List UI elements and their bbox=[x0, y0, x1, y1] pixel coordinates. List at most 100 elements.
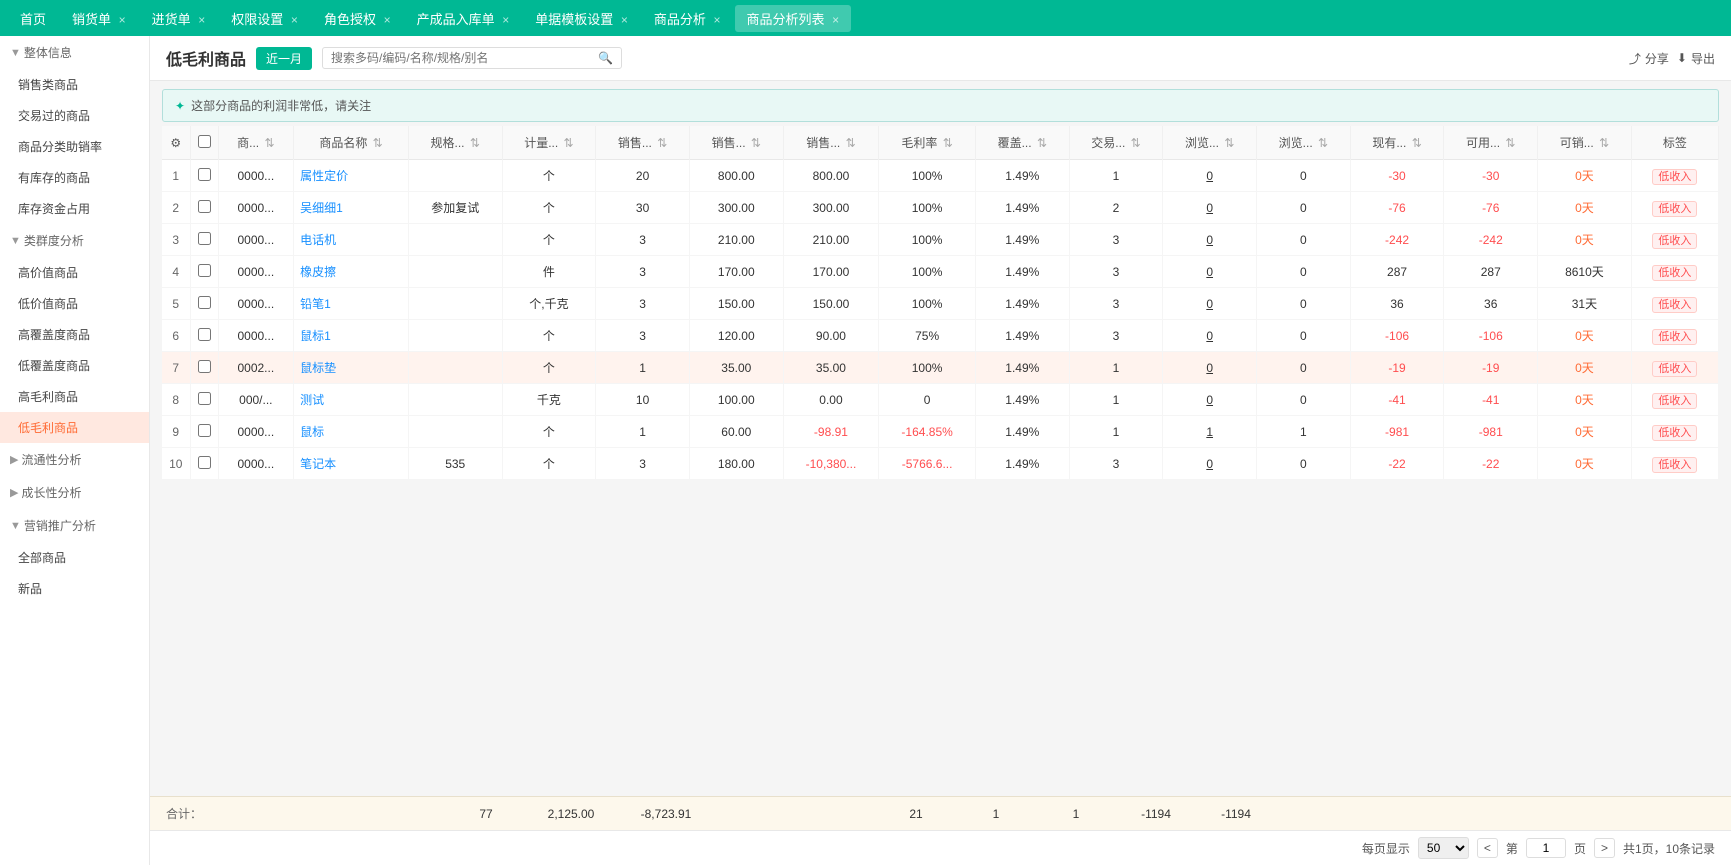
row-select-checkbox[interactable] bbox=[198, 360, 211, 373]
th-amount[interactable]: 销售... ⇅ bbox=[783, 126, 879, 160]
th-settings[interactable]: ⚙ bbox=[162, 126, 190, 160]
row-views1[interactable]: 1 bbox=[1163, 416, 1257, 448]
row-checkbox[interactable] bbox=[190, 320, 218, 352]
row-views1[interactable]: 0 bbox=[1163, 352, 1257, 384]
filter-button[interactable]: 近一月 bbox=[256, 47, 312, 70]
close-icon-5[interactable]: × bbox=[502, 13, 509, 27]
row-checkbox[interactable] bbox=[190, 256, 218, 288]
row-views1[interactable]: 0 bbox=[1163, 256, 1257, 288]
sidebar-item-sales-goods[interactable]: 销售类商品 bbox=[0, 69, 149, 100]
th-views1[interactable]: 浏览... ⇅ bbox=[1163, 126, 1257, 160]
nav-product-analysis-list[interactable]: 商品分析列表 × bbox=[735, 5, 852, 32]
row-checkbox[interactable] bbox=[190, 288, 218, 320]
th-unit[interactable]: 计量... ⇅ bbox=[502, 126, 596, 160]
search-icon[interactable]: 🔍 bbox=[598, 51, 613, 65]
th-margin[interactable]: 毛利率 ⇅ bbox=[879, 126, 976, 160]
th-spec[interactable]: 规格... ⇅ bbox=[408, 126, 502, 160]
row-checkbox[interactable] bbox=[190, 224, 218, 256]
row-select-checkbox[interactable] bbox=[198, 200, 211, 213]
nav-product-entry[interactable]: 产成品入库单 × bbox=[405, 5, 522, 32]
sidebar-item-high-value[interactable]: 高价值商品 bbox=[0, 257, 149, 288]
row-checkbox[interactable] bbox=[190, 448, 218, 480]
th-coverage[interactable]: 覆盖... ⇅ bbox=[975, 126, 1069, 160]
row-name[interactable]: 橡皮擦 bbox=[294, 256, 409, 288]
prev-page-button[interactable]: < bbox=[1477, 838, 1498, 858]
th-tag[interactable]: 标签 bbox=[1631, 126, 1718, 160]
row-views1[interactable]: 0 bbox=[1163, 192, 1257, 224]
select-all-checkbox[interactable] bbox=[198, 135, 211, 148]
th-code[interactable]: 商... ⇅ bbox=[218, 126, 294, 160]
row-name[interactable]: 笔记本 bbox=[294, 448, 409, 480]
row-views1[interactable]: 0 bbox=[1163, 160, 1257, 192]
close-icon[interactable]: × bbox=[119, 13, 126, 27]
row-select-checkbox[interactable] bbox=[198, 424, 211, 437]
row-select-checkbox[interactable] bbox=[198, 264, 211, 277]
row-name[interactable]: 鼠标1 bbox=[294, 320, 409, 352]
close-icon-4[interactable]: × bbox=[384, 13, 391, 27]
sidebar-item-low-margin[interactable]: 低毛利商品 bbox=[0, 412, 149, 443]
sidebar-item-high-coverage[interactable]: 高覆盖度商品 bbox=[0, 319, 149, 350]
sidebar-group-overview[interactable]: ▼ 整体信息 bbox=[0, 36, 149, 69]
row-views1[interactable]: 0 bbox=[1163, 288, 1257, 320]
row-views1[interactable]: 0 bbox=[1163, 224, 1257, 256]
th-name[interactable]: 商品名称 ⇅ bbox=[294, 126, 409, 160]
sidebar-item-low-coverage[interactable]: 低覆盖度商品 bbox=[0, 350, 149, 381]
sidebar-group-growth[interactable]: ▶ 成长性分析 bbox=[0, 476, 149, 509]
row-name[interactable]: 铅笔1 bbox=[294, 288, 409, 320]
sidebar-item-stock-capital[interactable]: 库存资金占用 bbox=[0, 193, 149, 224]
close-icon-3[interactable]: × bbox=[291, 13, 298, 27]
row-select-checkbox[interactable] bbox=[198, 328, 211, 341]
nav-purchase[interactable]: 进货单 × bbox=[140, 5, 218, 32]
close-icon-8[interactable]: × bbox=[832, 13, 839, 27]
row-name[interactable]: 鼠标垫 bbox=[294, 352, 409, 384]
sidebar-item-traded-goods[interactable]: 交易过的商品 bbox=[0, 100, 149, 131]
th-stock[interactable]: 现有... ⇅ bbox=[1350, 126, 1444, 160]
close-icon-6[interactable]: × bbox=[621, 13, 628, 27]
row-views1[interactable]: 0 bbox=[1163, 320, 1257, 352]
close-icon-2[interactable]: × bbox=[198, 13, 205, 27]
sidebar-item-low-value[interactable]: 低价值商品 bbox=[0, 288, 149, 319]
close-icon-7[interactable]: × bbox=[713, 13, 720, 27]
row-name[interactable]: 属性定价 bbox=[294, 160, 409, 192]
per-page-select[interactable]: 50 20 100 bbox=[1418, 837, 1469, 859]
search-input[interactable] bbox=[331, 51, 598, 65]
row-select-checkbox[interactable] bbox=[198, 168, 211, 181]
page-number-input[interactable] bbox=[1526, 838, 1566, 858]
next-page-button[interactable]: > bbox=[1594, 838, 1615, 858]
nav-permission[interactable]: 权限设置 × bbox=[219, 5, 310, 32]
row-checkbox[interactable] bbox=[190, 352, 218, 384]
sidebar-group-flow[interactable]: ▶ 流通性分析 bbox=[0, 443, 149, 476]
row-select-checkbox[interactable] bbox=[198, 296, 211, 309]
th-usable[interactable]: 可用... ⇅ bbox=[1444, 126, 1538, 160]
th-qty[interactable]: 销售... ⇅ bbox=[596, 126, 690, 160]
nav-role[interactable]: 角色授权 × bbox=[312, 5, 403, 32]
row-select-checkbox[interactable] bbox=[198, 392, 211, 405]
row-views1[interactable]: 0 bbox=[1163, 384, 1257, 416]
row-checkbox[interactable] bbox=[190, 192, 218, 224]
row-checkbox[interactable] bbox=[190, 384, 218, 416]
row-select-checkbox[interactable] bbox=[198, 456, 211, 469]
row-name[interactable]: 测试 bbox=[294, 384, 409, 416]
nav-product-analysis[interactable]: 商品分析 × bbox=[642, 5, 733, 32]
nav-sales[interactable]: 销货单 × bbox=[60, 5, 138, 32]
share-button[interactable]: ⤴ 分享 bbox=[1629, 50, 1669, 67]
row-name[interactable]: 吴细细1 bbox=[294, 192, 409, 224]
th-sellable[interactable]: 可销... ⇅ bbox=[1538, 126, 1632, 160]
th-price[interactable]: 销售... ⇅ bbox=[689, 126, 783, 160]
sidebar-item-all-goods[interactable]: 全部商品 bbox=[0, 542, 149, 573]
sidebar-item-high-margin[interactable]: 高毛利商品 bbox=[0, 381, 149, 412]
row-select-checkbox[interactable] bbox=[198, 232, 211, 245]
nav-template[interactable]: 单据模板设置 × bbox=[523, 5, 640, 32]
th-checkbox[interactable] bbox=[190, 126, 218, 160]
sidebar-item-in-stock[interactable]: 有库存的商品 bbox=[0, 162, 149, 193]
row-name[interactable]: 鼠标 bbox=[294, 416, 409, 448]
sidebar-group-marketing[interactable]: ▼ 营销推广分析 bbox=[0, 509, 149, 542]
sidebar-group-cluster[interactable]: ▼ 类群度分析 bbox=[0, 224, 149, 257]
th-views2[interactable]: 浏览... ⇅ bbox=[1257, 126, 1351, 160]
nav-home[interactable]: 首页 bbox=[8, 5, 58, 32]
sidebar-item-new-goods[interactable]: 新品 bbox=[0, 573, 149, 604]
row-name[interactable]: 电话机 bbox=[294, 224, 409, 256]
row-checkbox[interactable] bbox=[190, 416, 218, 448]
export-button[interactable]: ⬇ 导出 bbox=[1677, 50, 1715, 67]
row-checkbox[interactable] bbox=[190, 160, 218, 192]
